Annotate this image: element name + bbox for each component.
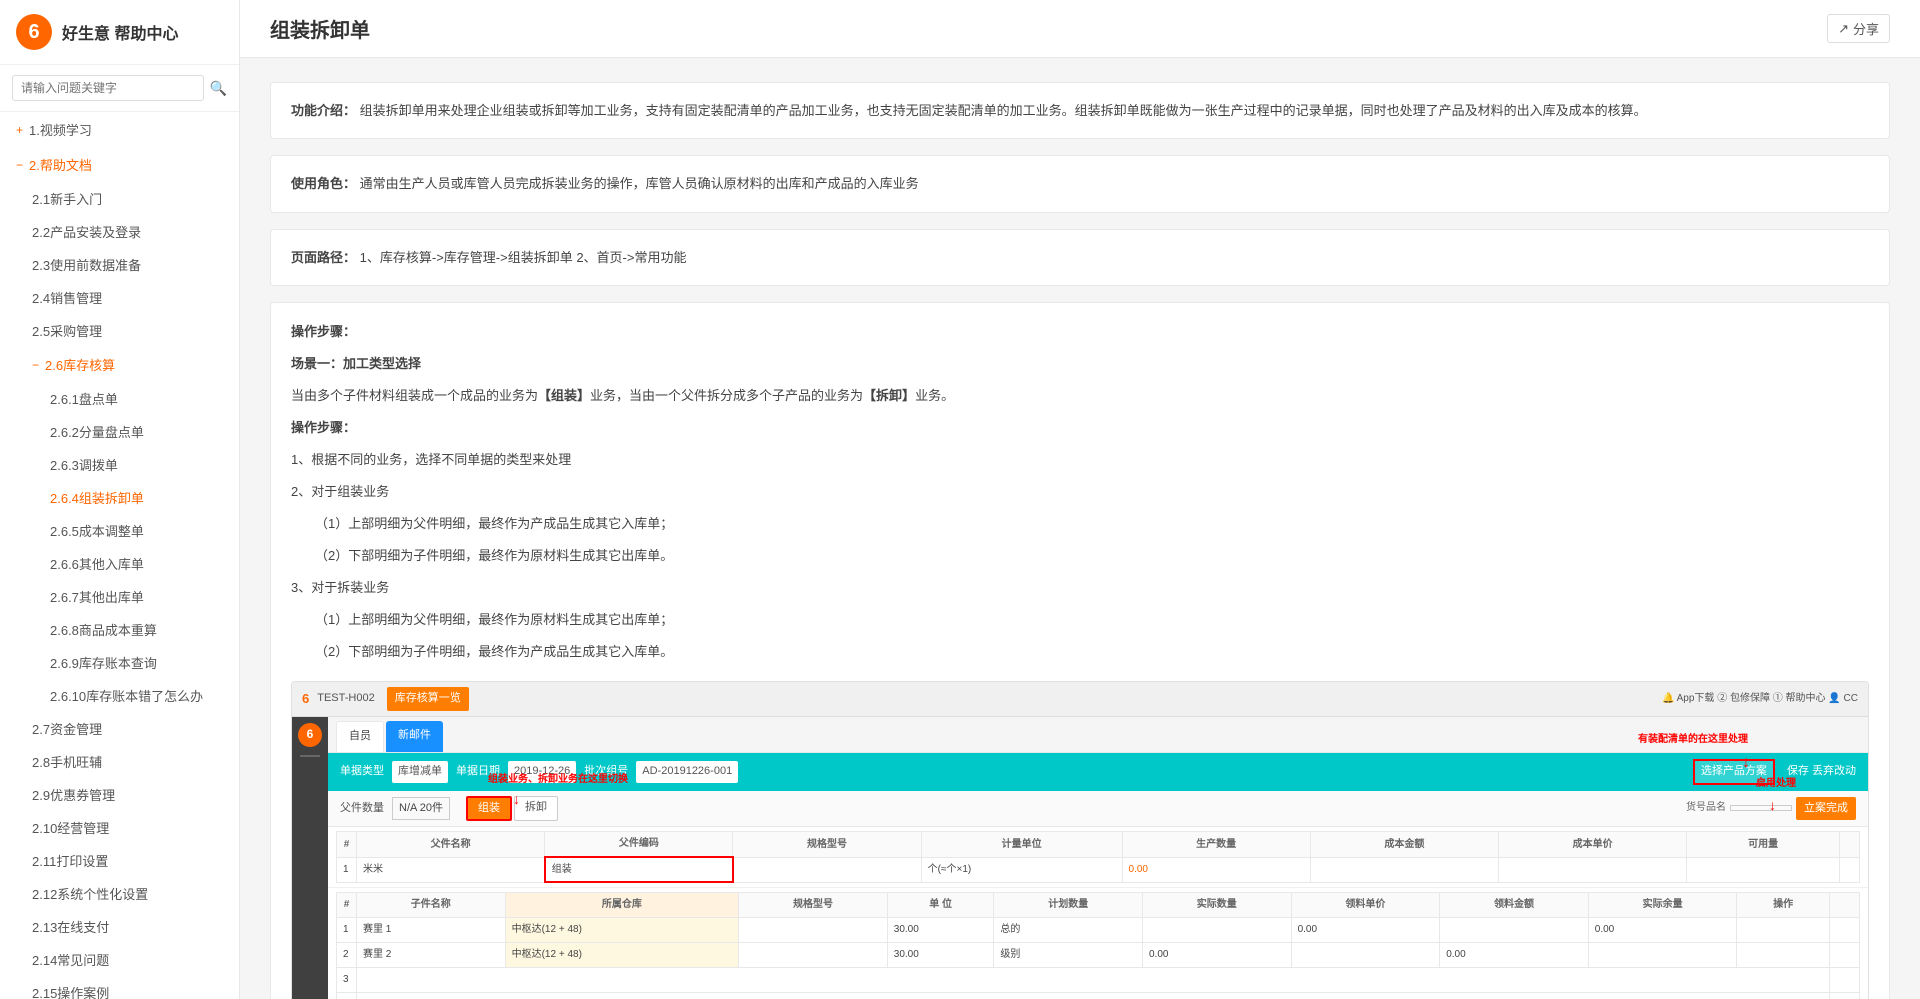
sidebar-item-docs[interactable]: − 2.帮助文档 [0, 147, 239, 182]
sidebar-item-2-6-9[interactable]: 2.6.9库存账本查询 [0, 646, 239, 679]
arrow-down-1: ↓ [1742, 749, 1750, 778]
sidebar-logo: 6 好生意 帮助中心 [0, 0, 239, 65]
arrow-down-3: ↓ [1769, 793, 1776, 818]
info-text-3: 1、库存核算->库存管理->组装拆卸单 2、首页->常用功能 [360, 250, 687, 265]
annotation-enable: 启用处理 [1756, 775, 1796, 793]
info-box-path: 页面路径： 1、库存核算->库存管理->组装拆卸单 2、首页->常用功能 [270, 229, 1890, 286]
main-header: 组装拆卸单 ↗ 分享 [240, 0, 1920, 58]
mock-assemble-btn[interactable]: 组装 [466, 796, 512, 822]
minus-icon-2: − [32, 358, 39, 372]
sidebar: 6 好生意 帮助中心 🔍 + 1.视频学习 − 2.帮助文档 2.1新手入门 2… [0, 0, 240, 999]
scene1-title: 场景一：加工类型选择 [291, 356, 421, 371]
info-label-2: 使用角色： [291, 176, 356, 191]
mock-form-type-label: 单据类型 [340, 762, 384, 782]
screenshot-mockup: 6 TEST-H002 库存核算一览 🔔 App下载 ② 包修保障 ① 帮助中心… [291, 681, 1869, 999]
info-box-role: 使用角色： 通常由生产人员或库管人员完成拆装业务的操作，库管人员确认原材料的出库… [270, 155, 1890, 212]
mock-nav-btn: 库存核算一览 [387, 687, 469, 711]
steps-label: 操作步骤： [291, 420, 356, 435]
sidebar-item-2-10[interactable]: 2.10经营管理 [0, 811, 239, 844]
plus-icon: + [16, 123, 23, 137]
sidebar-item-2-6-1[interactable]: 2.6.1盘点单 [0, 382, 239, 415]
mock-batch-value: AD-20191226-001 [636, 761, 738, 783]
mock-browser-id: TEST-H002 [317, 689, 374, 709]
sidebar-item-2-13[interactable]: 2.13在线支付 [0, 910, 239, 943]
mock-search-hint: 货号品名 [1686, 799, 1726, 817]
info-label-3: 页面路径： [291, 250, 356, 265]
sidebar-item-2-6[interactable]: − 2.6库存核算 [0, 347, 239, 382]
logo-icon: 6 [16, 14, 52, 50]
mock-qty-value: N/A 20件 [392, 797, 450, 821]
mock-mini-logo: 6 [298, 723, 322, 747]
mock-confirm-btn[interactable]: 立案完成 [1796, 797, 1856, 821]
nav-list: + 1.视频学习 − 2.帮助文档 2.1新手入门 2.2产品安装及登录 2.3… [0, 112, 239, 999]
sidebar-item-2-4[interactable]: 2.4销售管理 [0, 281, 239, 314]
annotation-biz-type: 组装业务、拆卸业务在这里切换 [488, 771, 628, 789]
sidebar-item-2-5[interactable]: 2.5采购管理 [0, 314, 239, 347]
sidebar-item-2-8[interactable]: 2.8手机旺辅 [0, 745, 239, 778]
mock-top-links: 🔔 App下载 ② 包修保障 ① 帮助中心 👤 CC [1662, 690, 1858, 708]
sidebar-item-2-6-3[interactable]: 2.6.3调拨单 [0, 448, 239, 481]
sidebar-item-2-6-8[interactable]: 2.6.8商品成本重算 [0, 613, 239, 646]
mock-tab-1[interactable]: 自员 [336, 721, 384, 752]
search-input[interactable] [12, 75, 204, 101]
step3-1: （1）上部明细为父件明细，最终作为原材料生成其它出库单； [291, 607, 1869, 633]
share-button[interactable]: ↗ 分享 [1827, 14, 1890, 43]
sidebar-item-video[interactable]: + 1.视频学习 [0, 112, 239, 147]
info-box-steps: 操作步骤： 场景一：加工类型选择 当由多个子件材料组装成一个成品的业务为【组装】… [270, 302, 1890, 999]
minus-icon: − [16, 158, 23, 172]
sidebar-item-2-6-5[interactable]: 2.6.5成本调整单 [0, 514, 239, 547]
search-bar: 🔍 [0, 65, 239, 112]
step2-1: （1）上部明细为父件明细，最终作为产成品生成其它入库单； [291, 511, 1869, 537]
step2-2: （2）下部明细为子件明细，最终作为原材料生成其它出库单。 [291, 543, 1869, 569]
mock-mini-divider [300, 755, 320, 757]
mock-qty-label: 父件数量 [340, 799, 384, 819]
sidebar-item-2-9[interactable]: 2.9优惠券管理 [0, 778, 239, 811]
logo-text: 好生意 帮助中心 [62, 20, 178, 44]
sidebar-item-2-3[interactable]: 2.3使用前数据准备 [0, 248, 239, 281]
mock-disassemble-btn[interactable]: 拆卸 [514, 796, 558, 822]
sidebar-item-2-14[interactable]: 2.14常见问题 [0, 943, 239, 976]
annotation-teal: 有装配清单的在这里处理 [1638, 731, 1748, 749]
mock-logo: 6 [302, 687, 309, 710]
sidebar-item-2-11[interactable]: 2.11打印设置 [0, 844, 239, 877]
mock-tab-2[interactable]: 新邮件 [386, 721, 443, 752]
info-text-2: 通常由生产人员或库管人员完成拆装业务的操作，库管人员确认原材料的出库和产成品的入… [360, 176, 919, 191]
sidebar-item-2-6-6[interactable]: 2.6.6其他入库单 [0, 547, 239, 580]
mock-search-field[interactable] [1730, 805, 1792, 811]
sidebar-item-2-12[interactable]: 2.12系统个性化设置 [0, 877, 239, 910]
share-icon: ↗ [1838, 21, 1849, 37]
sidebar-item-2-15[interactable]: 2.15操作案例 [0, 976, 239, 999]
scene1-desc: 当由多个子件材料组装成一个成品的业务为【组装】业务，当由一个父件拆分成多个子产品… [291, 383, 1869, 409]
mock-parent-code: 组装 [545, 857, 733, 882]
sidebar-item-2-6-7[interactable]: 2.6.7其他出库单 [0, 580, 239, 613]
sidebar-item-2-7[interactable]: 2.7资金管理 [0, 712, 239, 745]
main-area: 组装拆卸单 ↗ 分享 功能介绍： 组装拆卸单用来处理企业组装或拆卸等加工业务，支… [240, 0, 1920, 999]
sidebar-item-2-6-2[interactable]: 2.6.2分量盘点单 [0, 415, 239, 448]
mock-action-btns: 保存 丢弃改动 [1787, 762, 1856, 782]
arrow-down-2: ↓ [513, 787, 520, 812]
step1: 1、根据不同的业务，选择不同单据的类型来处理 [291, 447, 1869, 473]
step3-2: （2）下部明细为子件明细，最终作为产成品生成其它入库单。 [291, 639, 1869, 665]
search-icon[interactable]: 🔍 [210, 80, 227, 97]
page-title: 组装拆卸单 [270, 14, 370, 43]
step2: 2、对于组装业务 [291, 479, 1869, 505]
sidebar-item-2-6-4[interactable]: 2.6.4组装拆卸单 [0, 481, 239, 514]
sidebar-item-2-1[interactable]: 2.1新手入门 [0, 182, 239, 215]
info-text-1: 组装拆卸单用来处理企业组装或拆卸等加工业务，支持有固定装配清单的产品加工业务，也… [360, 103, 1647, 118]
info-box-function: 功能介绍： 组装拆卸单用来处理企业组装或拆卸等加工业务，支持有固定装配清单的产品… [270, 82, 1890, 139]
sidebar-item-2-6-10[interactable]: 2.6.10库存账本错了怎么办 [0, 679, 239, 712]
sidebar-item-2-2[interactable]: 2.2产品安装及登录 [0, 215, 239, 248]
step3: 3、对于拆装业务 [291, 575, 1869, 601]
steps-main-title: 操作步骤： [291, 324, 356, 339]
main-content: 功能介绍： 组装拆卸单用来处理企业组装或拆卸等加工业务，支持有固定装配清单的产品… [240, 58, 1920, 999]
info-label-1: 功能介绍： [291, 103, 356, 118]
mock-form-type-value: 库增减单 [392, 761, 448, 783]
